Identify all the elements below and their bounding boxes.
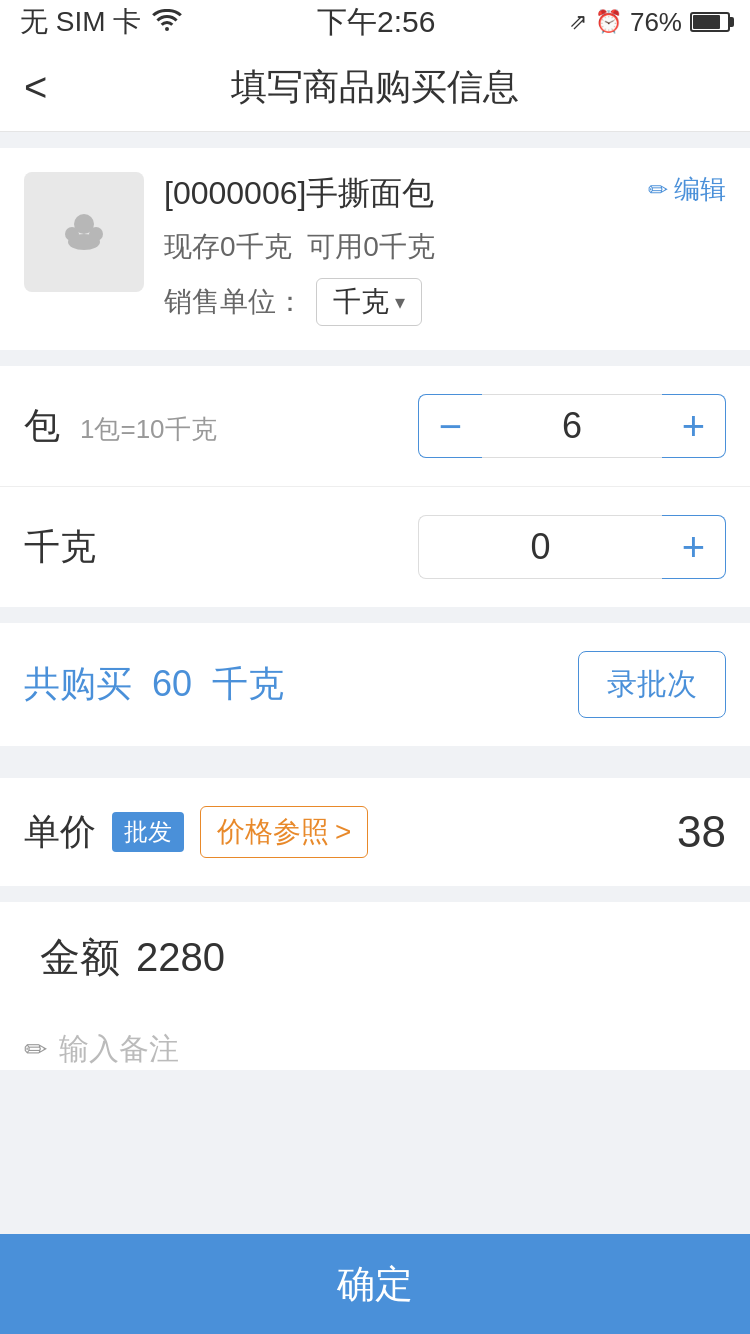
package-minus-button[interactable]: −: [418, 394, 482, 458]
price-section: 单价 批发 价格参照 > 38: [0, 778, 750, 886]
kg-qty-control: +: [418, 515, 726, 579]
edit-button[interactable]: ✏ 编辑: [648, 172, 726, 207]
total-row: 共购买 60 千克 录批次: [0, 623, 750, 746]
nav-bar: < 填写商品购买信息: [0, 44, 750, 132]
package-input-section: 包 1包=10千克 − + 千克 +: [0, 366, 750, 607]
chevron-down-icon: ▾: [395, 290, 405, 314]
amount-row: 金额2280: [0, 902, 750, 1013]
note-row[interactable]: ✏ 输入备注: [0, 1013, 750, 1070]
kg-input-row: 千克 +: [0, 487, 750, 607]
product-name: [0000006]手撕面包: [164, 172, 726, 216]
kg-qty-input[interactable]: [418, 515, 662, 579]
price-label: 单价: [24, 808, 96, 857]
price-ref-button[interactable]: 价格参照 >: [200, 806, 368, 858]
chevron-right-icon: >: [335, 816, 351, 848]
product-stock: 现存0千克 可用0千克: [164, 228, 726, 266]
status-time: 下午2:56: [317, 2, 435, 43]
divider-2: [0, 607, 750, 623]
product-image: [24, 172, 144, 292]
svg-point-3: [68, 234, 100, 250]
product-info: [0000006]手撕面包 现存0千克 可用0千克 销售单位： 千克 ▾: [164, 172, 726, 326]
amount-section: 金额2280 ✏ 输入备注: [0, 886, 750, 1070]
kg-label: 千克: [24, 523, 418, 572]
product-unit: 销售单位： 千克 ▾: [164, 278, 726, 326]
edit-icon: ✏: [648, 176, 668, 204]
divider-1: [0, 350, 750, 366]
battery-icon: [690, 12, 730, 32]
carrier-text: 无 SIM 卡: [20, 3, 141, 41]
package-label: 包 1包=10千克: [24, 402, 418, 451]
package-hint: 1包=10千克: [80, 414, 217, 444]
alarm-icon: ⏰: [595, 9, 622, 35]
batch-button[interactable]: 录批次: [578, 651, 726, 718]
wifi-icon: [151, 6, 183, 38]
divider-4: [0, 886, 750, 902]
pencil-icon: ✏: [24, 1033, 47, 1066]
page-title: 填写商品购买信息: [231, 63, 519, 112]
confirm-button[interactable]: 确定: [0, 1234, 750, 1334]
package-input-row: 包 1包=10千克 − +: [0, 366, 750, 487]
price-row: 单价 批发 价格参照 > 38: [24, 806, 726, 858]
location-icon: ⇗: [569, 9, 587, 35]
package-plus-button[interactable]: +: [662, 394, 726, 458]
status-left: 无 SIM 卡: [20, 3, 183, 41]
note-placeholder: 输入备注: [59, 1029, 179, 1070]
total-text: 共购买 60 千克: [24, 660, 284, 709]
product-card: [0000006]手撕面包 现存0千克 可用0千克 销售单位： 千克 ▾ ✏ 编…: [0, 148, 750, 350]
divider-3: [0, 746, 750, 762]
package-qty-control: − +: [418, 394, 726, 458]
amount-text: 金额2280: [24, 930, 726, 985]
kg-plus-button[interactable]: +: [662, 515, 726, 579]
status-bar: 无 SIM 卡 下午2:56 ⇗ ⏰ 76%: [0, 0, 750, 44]
package-qty-input[interactable]: [482, 394, 662, 458]
battery-percent: 76%: [630, 7, 682, 38]
unit-select[interactable]: 千克 ▾: [316, 278, 422, 326]
amount-value: 2280: [136, 935, 225, 979]
price-value: 38: [677, 807, 726, 857]
total-amount: 60: [152, 663, 192, 704]
status-right: ⇗ ⏰ 76%: [569, 7, 730, 38]
price-tag: 批发: [112, 812, 184, 852]
back-button[interactable]: <: [24, 65, 47, 110]
